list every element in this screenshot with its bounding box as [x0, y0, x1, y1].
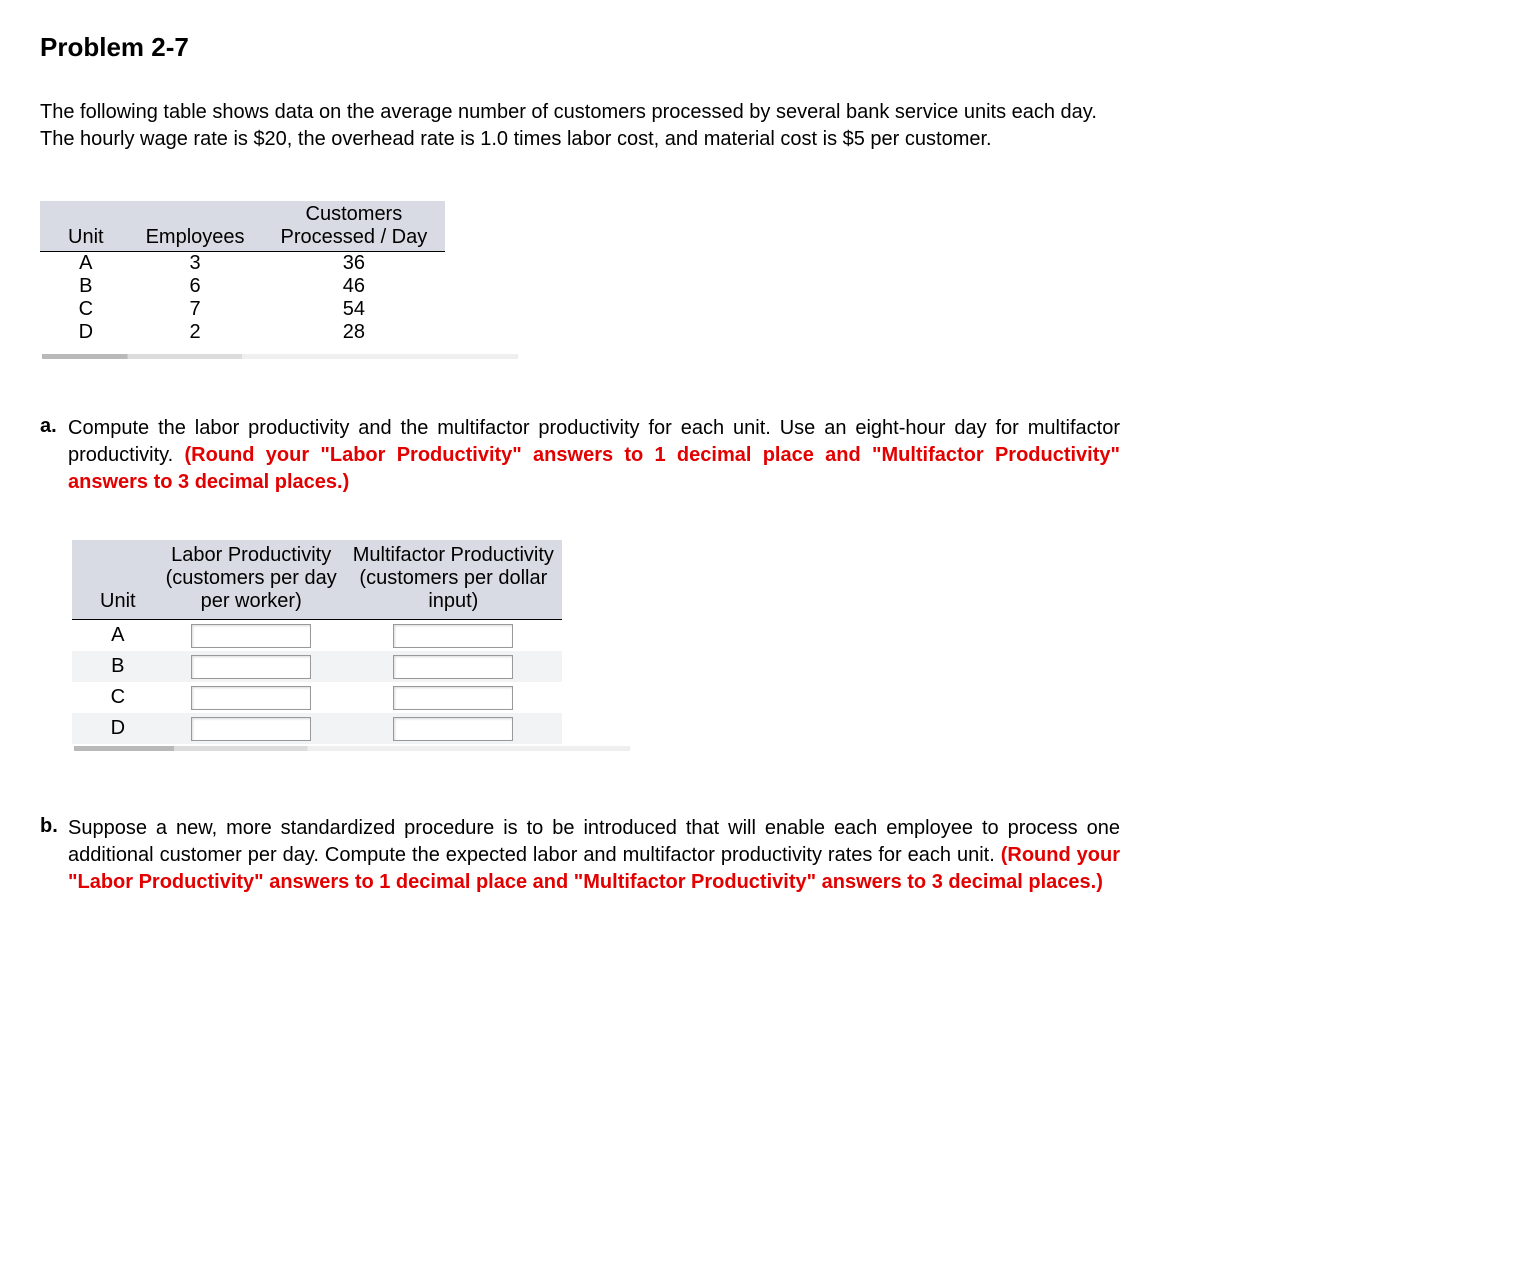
intro-text: The following table shows data on the av…	[40, 99, 1120, 153]
question-text: Compute the labor productivity and the m…	[68, 415, 1120, 496]
cell-customers: 28	[263, 321, 446, 344]
cell-unit: A	[72, 620, 158, 652]
th-employees: Employees	[128, 201, 263, 252]
table-row: C 7 54	[40, 298, 445, 321]
cell-customers: 46	[263, 275, 446, 298]
table-row: B 6 46	[40, 275, 445, 298]
table-row: D 2 28	[40, 321, 445, 344]
cell-customers: 54	[263, 298, 446, 321]
question-a: a. Compute the labor productivity and th…	[40, 415, 1120, 496]
labor-prod-input-b[interactable]	[191, 655, 311, 679]
cell-employees: 6	[128, 275, 263, 298]
cell-employees: 2	[128, 321, 263, 344]
answer-table: Unit Labor Productivity (customers per d…	[72, 540, 562, 744]
table-row: A 3 36	[40, 252, 445, 276]
cell-unit: C	[72, 682, 158, 713]
question-label: b.	[40, 815, 68, 896]
cell-unit: B	[40, 275, 128, 298]
divider	[74, 746, 630, 751]
rounding-instruction: (Round your "Labor Productivity" answers…	[68, 444, 1120, 493]
question-label: a.	[40, 415, 68, 496]
table-row: A	[72, 620, 562, 652]
cell-unit: D	[40, 321, 128, 344]
cell-employees: 3	[128, 252, 263, 276]
cell-customers: 36	[263, 252, 446, 276]
divider	[42, 354, 518, 359]
cell-unit: B	[72, 651, 158, 682]
labor-prod-input-c[interactable]	[191, 686, 311, 710]
multi-prod-input-b[interactable]	[393, 655, 513, 679]
multi-prod-input-d[interactable]	[393, 717, 513, 741]
th-labor-prod: Labor Productivity (customers per day pe…	[158, 540, 345, 620]
multi-prod-input-a[interactable]	[393, 624, 513, 648]
table-row: C	[72, 682, 562, 713]
cell-unit: D	[72, 713, 158, 744]
cell-unit: A	[40, 252, 128, 276]
cell-employees: 7	[128, 298, 263, 321]
table-row: D	[72, 713, 562, 744]
th-customers: CustomersProcessed / Day	[263, 201, 446, 252]
cell-unit: C	[40, 298, 128, 321]
question-b: b. Suppose a new, more standardized proc…	[40, 815, 1120, 896]
th-unit: Unit	[40, 201, 128, 252]
th-multi-prod: Multifactor Productivity (customers per …	[345, 540, 562, 620]
table-row: B	[72, 651, 562, 682]
question-text: Suppose a new, more standardized procedu…	[68, 815, 1120, 896]
labor-prod-input-d[interactable]	[191, 717, 311, 741]
data-table: Unit Employees CustomersProcessed / Day …	[40, 201, 445, 344]
th-unit: Unit	[72, 540, 158, 620]
multi-prod-input-c[interactable]	[393, 686, 513, 710]
labor-prod-input-a[interactable]	[191, 624, 311, 648]
problem-title: Problem 2-7	[40, 32, 1494, 63]
